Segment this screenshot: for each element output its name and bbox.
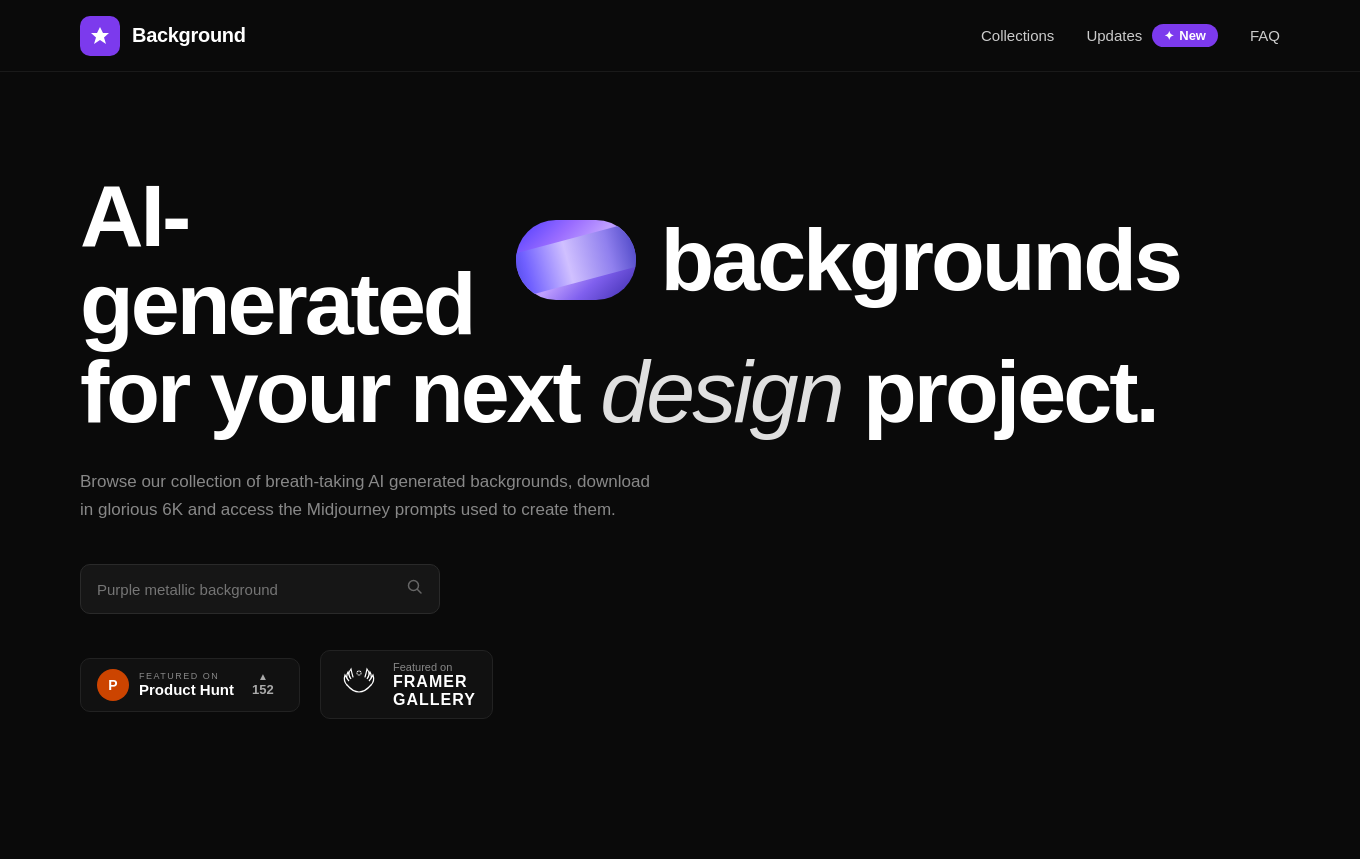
- ph-count-area: ▲ 152: [252, 672, 274, 697]
- framer-wreath-icon: [337, 663, 381, 707]
- svg-line-1: [418, 590, 422, 594]
- search-input[interactable]: [97, 581, 407, 598]
- logo-area[interactable]: Background: [80, 16, 246, 56]
- framer-featured-label: Featured on: [393, 661, 476, 673]
- hero-heading: AI-generated backgrounds for your next d…: [80, 172, 1180, 436]
- framer-text-group: Featured on FRAMER GALLERY: [393, 661, 476, 708]
- nav-link-collections[interactable]: Collections: [981, 27, 1054, 44]
- updates-group: Updates ✦ New: [1086, 24, 1218, 47]
- nav-link-updates[interactable]: Updates: [1086, 27, 1142, 44]
- hero-subtext: Browse our collection of breath-taking A…: [80, 468, 660, 524]
- ph-product-hunt-label: Product Hunt: [139, 681, 234, 698]
- framer-badge[interactable]: Featured on FRAMER GALLERY: [320, 650, 493, 719]
- new-badge[interactable]: ✦ New: [1152, 24, 1218, 47]
- hero-line2-part1: for your next: [80, 342, 579, 441]
- ph-text-group: FEATURED ON Product Hunt: [139, 671, 234, 698]
- logo-icon: [80, 16, 120, 56]
- framer-gallery-label: FRAMER GALLERY: [393, 673, 476, 708]
- new-badge-star: ✦: [1164, 29, 1174, 43]
- nav-link-faq[interactable]: FAQ: [1250, 27, 1280, 44]
- hero-line2-part2: project.: [863, 342, 1157, 441]
- ph-featured-label: FEATURED ON: [139, 671, 234, 681]
- hero-line1-part2: backgrounds: [660, 216, 1180, 304]
- hero-heading-line2: for your next design project.: [80, 348, 1180, 436]
- nav-links: Collections Updates ✦ New FAQ: [981, 24, 1280, 47]
- navbar: Background Collections Updates ✦ New FAQ: [0, 0, 1360, 72]
- hero-section: AI-generated backgrounds for your next d…: [0, 72, 1360, 779]
- search-icon[interactable]: [407, 579, 423, 599]
- hero-image-chip: [516, 220, 636, 300]
- ph-logo: P: [97, 669, 129, 701]
- producthunt-badge[interactable]: P FEATURED ON Product Hunt ▲ 152: [80, 658, 300, 712]
- badges-row: P FEATURED ON Product Hunt ▲ 152: [80, 650, 1280, 719]
- ph-count: 152: [252, 682, 274, 697]
- search-bar: [80, 564, 440, 614]
- ph-arrow: ▲: [258, 672, 268, 682]
- hero-line1-part1: AI-generated: [80, 172, 492, 348]
- new-badge-label: New: [1179, 28, 1206, 43]
- hero-heading-line1: AI-generated backgrounds: [80, 172, 1180, 348]
- logo-text: Background: [132, 24, 246, 47]
- hero-line2-italic: design: [600, 342, 841, 441]
